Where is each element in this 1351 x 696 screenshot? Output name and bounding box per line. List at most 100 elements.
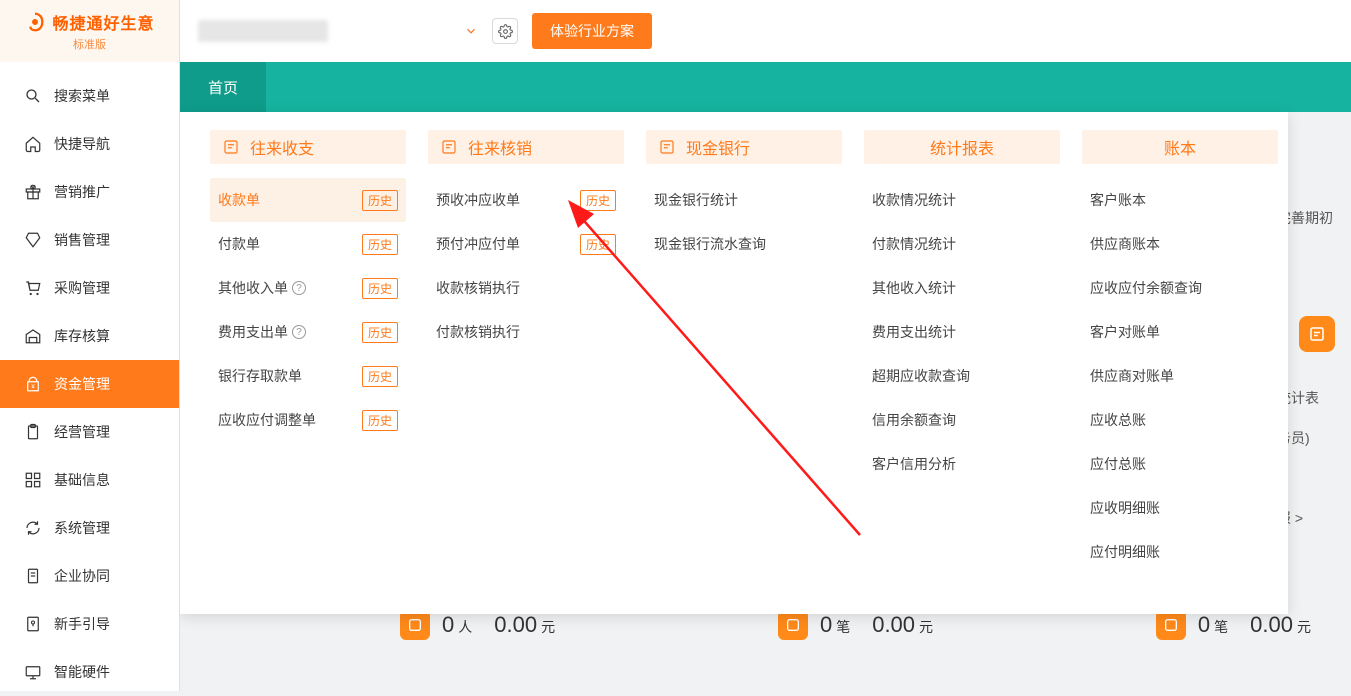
history-badge[interactable]: 历史 xyxy=(362,190,398,211)
sidebar-item-search[interactable]: 搜索菜单 xyxy=(0,72,179,120)
mega-item[interactable]: 客户对账单 xyxy=(1082,310,1278,354)
mega-item-label: 预付冲应付单 xyxy=(436,234,520,254)
org-picker[interactable] xyxy=(198,20,478,42)
mega-item[interactable]: 付款核销执行 xyxy=(428,310,624,354)
mega-item-label: 银行存取款单 xyxy=(218,366,302,386)
search-icon xyxy=(24,87,42,105)
history-badge[interactable]: 历史 xyxy=(580,190,616,211)
sidebar-item-gift[interactable]: 营销推广 xyxy=(0,168,179,216)
mega-item-label: 供应商对账单 xyxy=(1090,366,1174,386)
sidebar-item-guide[interactable]: 新手引导 xyxy=(0,600,179,648)
help-icon[interactable]: ? xyxy=(292,325,306,339)
sidebar-item-clipboard[interactable]: 经营管理 xyxy=(0,408,179,456)
mega-item-label: 其他收入单 xyxy=(218,278,288,298)
tab-home[interactable]: 首页 xyxy=(180,62,266,112)
mega-item[interactable]: 收款核销执行 xyxy=(428,266,624,310)
mega-item[interactable]: 信用余额查询 xyxy=(864,398,1060,442)
mega-item-label: 费用支出统计 xyxy=(872,322,956,342)
cta-button[interactable]: 体验行业方案 xyxy=(532,13,652,49)
loop-icon xyxy=(24,519,42,537)
mega-item[interactable]: 供应商对账单 xyxy=(1082,354,1278,398)
peek-line: 完善期初 xyxy=(1277,198,1351,238)
sidebar-item-label: 快捷导航 xyxy=(54,134,110,154)
mega-item[interactable]: 应付总账 xyxy=(1082,442,1278,486)
history-badge[interactable]: 历史 xyxy=(362,278,398,299)
sidebar-item-warehouse[interactable]: 库存核算 xyxy=(0,312,179,360)
history-badge[interactable]: 历史 xyxy=(362,410,398,431)
sidebar-item-label: 营销推广 xyxy=(54,182,110,202)
peek-line: 务员) xyxy=(1277,418,1351,458)
sidebar-item-label: 经营管理 xyxy=(54,422,110,442)
mega-col: 统计报表收款情况统计付款情况统计其他收入统计费用支出统计超期应收款查询信用余额查… xyxy=(864,130,1060,574)
mega-item-label: 客户对账单 xyxy=(1090,322,1160,342)
home-icon xyxy=(24,135,42,153)
mega-item[interactable]: 应付明细账 xyxy=(1082,530,1278,574)
mega-item[interactable]: 现金银行统计 xyxy=(646,178,842,222)
mega-col-title: 往来核销 xyxy=(468,135,532,159)
mega-item[interactable]: 费用支出单?历史 xyxy=(210,310,406,354)
sidebar-item-grid[interactable]: 基础信息 xyxy=(0,456,179,504)
mega-item[interactable]: 超期应收款查询 xyxy=(864,354,1060,398)
stat-icon xyxy=(778,610,808,640)
sidebar-item-cart[interactable]: 采购管理 xyxy=(0,264,179,312)
history-badge[interactable]: 历史 xyxy=(580,234,616,255)
mega-item[interactable]: 其他收入单? 历史 xyxy=(210,266,406,310)
mega-item-label: 预收冲应收单 xyxy=(436,190,520,210)
mega-item[interactable]: 预付冲应付单 历史 xyxy=(428,222,624,266)
gear-icon[interactable] xyxy=(492,18,518,44)
mega-item[interactable]: 银行存取款单 历史 xyxy=(210,354,406,398)
mega-col-title: 往来收支 xyxy=(250,135,314,159)
stat-unit: 笔 xyxy=(836,617,850,637)
sidebar-item-screen[interactable]: 智能硬件 xyxy=(0,648,179,696)
mega-item[interactable]: 应收应付余额查询 xyxy=(1082,266,1278,310)
history-badge[interactable]: 历史 xyxy=(362,322,398,343)
mega-item[interactable]: 预收冲应收单 历史 xyxy=(428,178,624,222)
topbar: 体验行业方案 xyxy=(180,0,1351,62)
note-icon xyxy=(222,138,240,156)
mega-item-label: 付款核销执行 xyxy=(436,322,520,342)
history-badge[interactable]: 历史 xyxy=(362,234,398,255)
warehouse-icon xyxy=(24,327,42,345)
mega-item[interactable]: 收款情况统计 xyxy=(864,178,1060,222)
mega-item[interactable]: 现金银行流水查询 xyxy=(646,222,842,266)
mega-item-label: 超期应收款查询 xyxy=(872,366,970,386)
mega-col-head: 现金银行 xyxy=(646,130,842,164)
logo-subtext: 标准版 xyxy=(73,36,106,52)
mega-item-label: 应收应付余额查询 xyxy=(1090,278,1202,298)
note-icon xyxy=(440,138,458,156)
mega-item-label: 现金银行统计 xyxy=(654,190,738,210)
sidebar-item-label: 基础信息 xyxy=(54,470,110,490)
mega-item[interactable]: 付款单 历史 xyxy=(210,222,406,266)
mega-item-label: 付款单 xyxy=(218,234,260,254)
peek-line: 报 > xyxy=(1277,498,1351,538)
mega-item[interactable]: 客户账本 xyxy=(1082,178,1278,222)
mega-item-label: 付款情况统计 xyxy=(872,234,956,254)
sidebar-item-money[interactable]: 资金管理 xyxy=(0,360,179,408)
sidebar-item-diamond[interactable]: 销售管理 xyxy=(0,216,179,264)
mega-item[interactable]: 应收应付调整单历史 xyxy=(210,398,406,442)
stat-amount-unit: 元 xyxy=(1297,617,1311,637)
chevron-down-icon xyxy=(464,24,478,38)
sidebar: 畅捷通好生意 标准版 搜索菜单快捷导航营销推广销售管理采购管理库存核算资金管理经… xyxy=(0,0,180,691)
mega-item[interactable]: 应收总账 xyxy=(1082,398,1278,442)
mega-item[interactable]: 费用支出统计 xyxy=(864,310,1060,354)
mega-item[interactable]: 客户信用分析 xyxy=(864,442,1060,486)
mega-item[interactable]: 其他收入统计 xyxy=(864,266,1060,310)
guide-icon xyxy=(24,615,42,633)
mega-col-title: 账本 xyxy=(1164,135,1196,159)
mega-item[interactable]: 付款情况统计 xyxy=(864,222,1060,266)
sidebar-item-home[interactable]: 快捷导航 xyxy=(0,120,179,168)
mega-item[interactable]: 供应商账本 xyxy=(1082,222,1278,266)
sidebar-item-label: 库存核算 xyxy=(54,326,110,346)
mega-item[interactable]: 应收明细账 xyxy=(1082,486,1278,530)
sidebar-item-label: 销售管理 xyxy=(54,230,110,250)
sidebar-item-label: 新手引导 xyxy=(54,614,110,634)
mega-col-title: 统计报表 xyxy=(930,135,994,159)
help-icon[interactable]: ? xyxy=(292,281,306,295)
stat-amount: 0.00 xyxy=(872,612,915,638)
sidebar-item-loop[interactable]: 系统管理 xyxy=(0,504,179,552)
sidebar-item-doc[interactable]: 企业协同 xyxy=(0,552,179,600)
history-badge[interactable]: 历史 xyxy=(362,366,398,387)
sidebar-item-label: 系统管理 xyxy=(54,518,110,538)
mega-item[interactable]: 收款单历史 xyxy=(210,178,406,222)
